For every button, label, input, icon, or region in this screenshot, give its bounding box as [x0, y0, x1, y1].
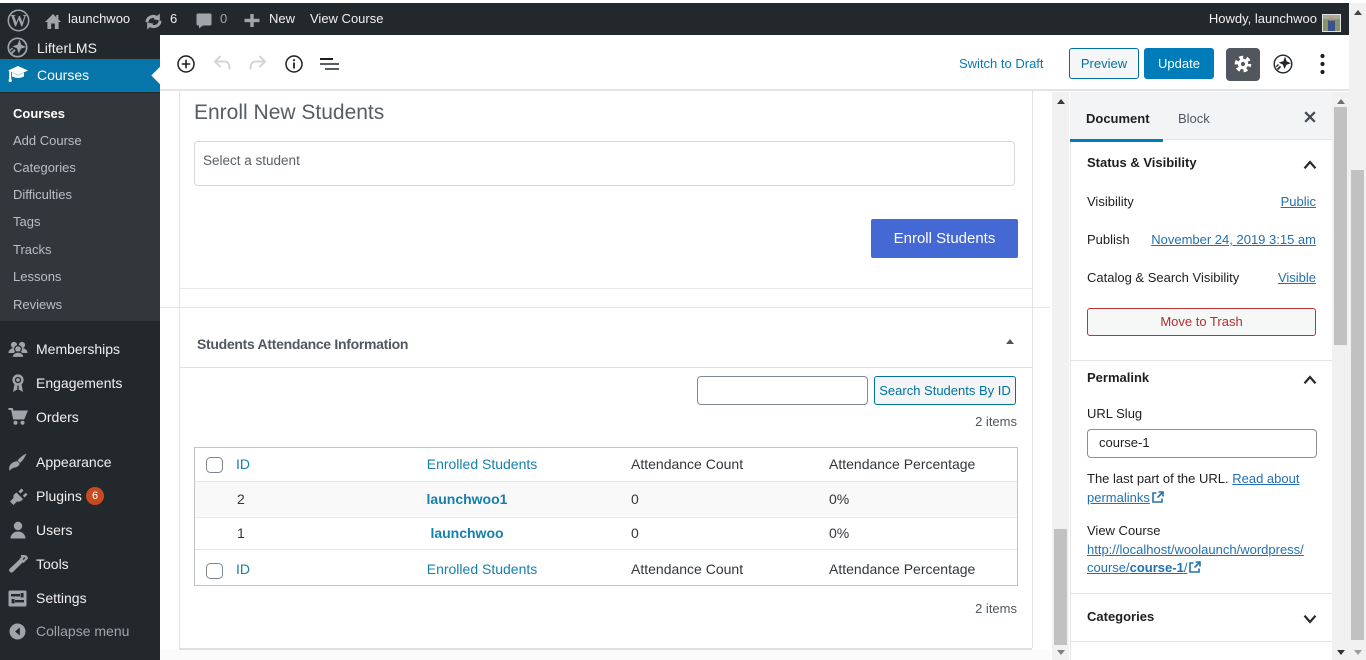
svg-text:W: W: [10, 11, 27, 30]
